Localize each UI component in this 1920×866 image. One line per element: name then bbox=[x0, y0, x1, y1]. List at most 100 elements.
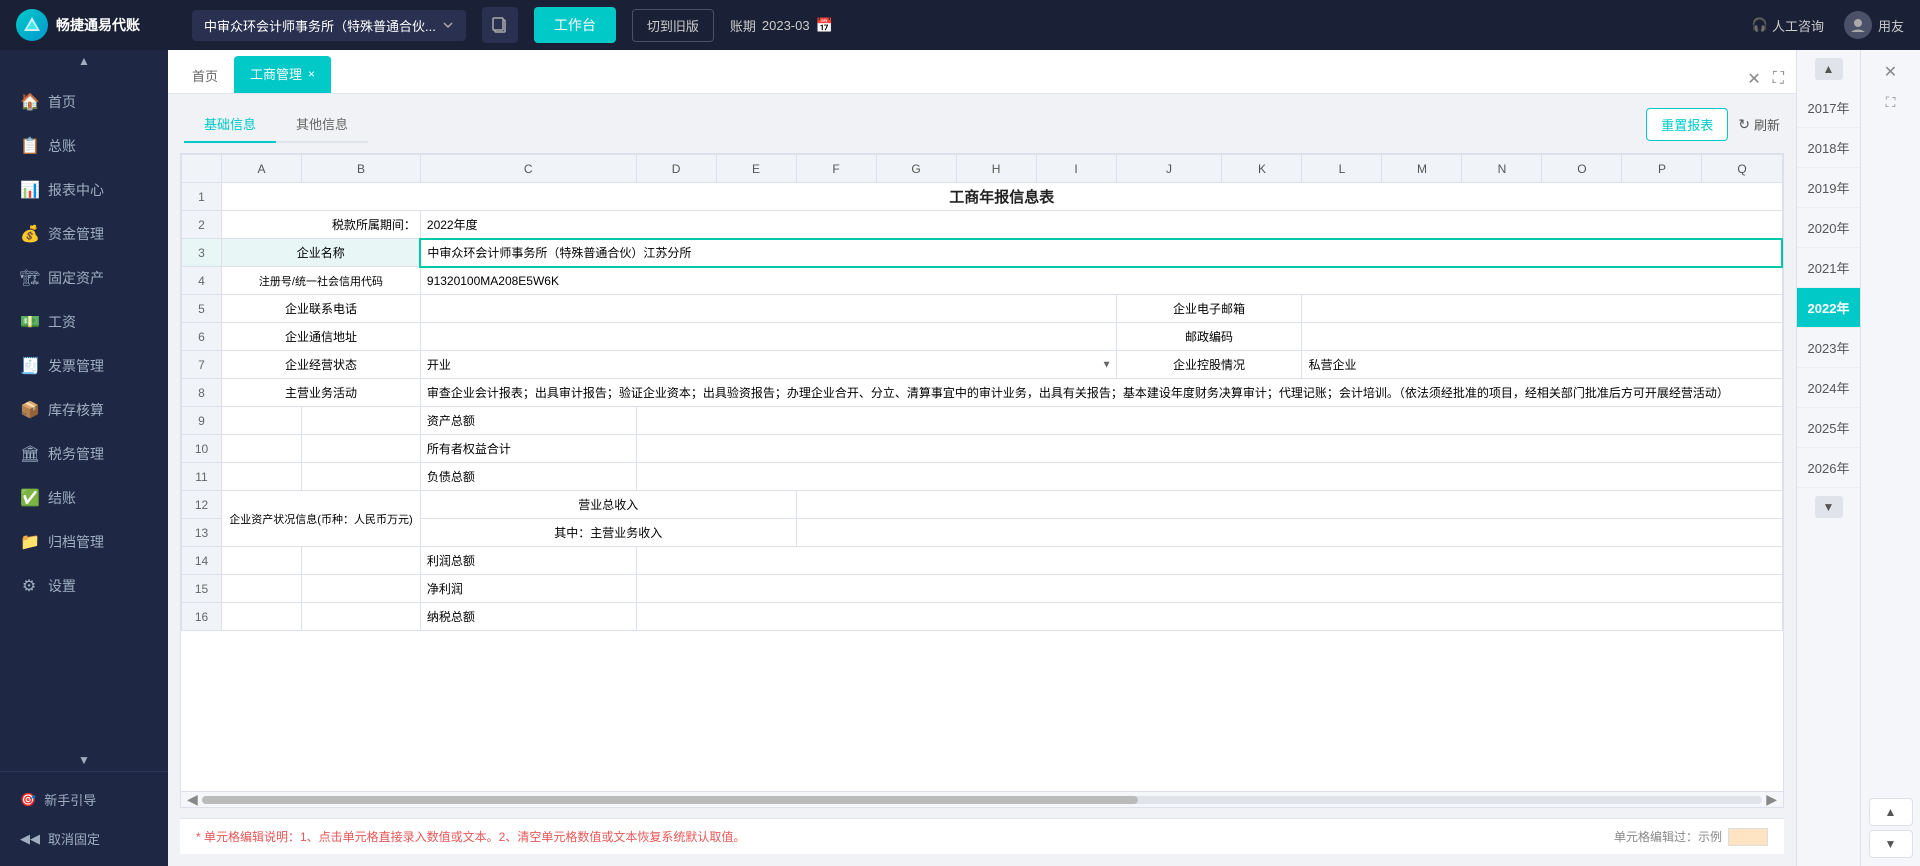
year-down-arrow[interactable]: ▼ bbox=[1815, 496, 1843, 518]
year-item-2022[interactable]: 2022年 bbox=[1797, 288, 1860, 328]
col-header-g[interactable]: G bbox=[876, 155, 956, 183]
cell-revenue-value[interactable] bbox=[796, 491, 1782, 519]
cell-company-value[interactable]: 中审众环会计师事务所（特殊普通合伙）江苏分所 bbox=[420, 239, 1782, 267]
cell-holding-value[interactable]: 私营企业 bbox=[1302, 351, 1782, 379]
tab-home[interactable]: 首页 bbox=[180, 58, 230, 93]
workbench-button[interactable]: 工作台 bbox=[534, 7, 616, 43]
calendar-icon[interactable]: 📅 bbox=[816, 17, 833, 34]
cell-contact-value[interactable] bbox=[420, 295, 1116, 323]
sidebar-item-close-accounts[interactable]: ✅ 结账 bbox=[0, 476, 168, 520]
col-header-l[interactable]: L bbox=[1302, 155, 1382, 183]
col-header-h[interactable]: H bbox=[956, 155, 1036, 183]
refresh-button[interactable]: ↻ 刷新 bbox=[1738, 115, 1780, 134]
sidebar-item-salary[interactable]: 💵 工资 bbox=[0, 300, 168, 344]
row-num-7: 7 bbox=[182, 351, 222, 379]
col-header-m[interactable]: M bbox=[1382, 155, 1462, 183]
company-selector[interactable]: 中审众环会计师事务所（特殊普通合伙... bbox=[192, 10, 466, 41]
tab-bar-expand-icon[interactable]: ⛶ bbox=[1773, 70, 1784, 88]
sidebar-scroll-up[interactable]: ▲ bbox=[0, 50, 168, 72]
year-item-2018[interactable]: 2018年 bbox=[1797, 128, 1860, 168]
reset-report-button[interactable]: 重置报表 bbox=[1646, 108, 1728, 141]
cell-mainrevenue-value[interactable] bbox=[796, 519, 1782, 547]
cell-10-a bbox=[222, 435, 302, 463]
sub-tab-basic[interactable]: 基础信息 bbox=[184, 106, 276, 143]
right-panel-close-button[interactable]: ✕ bbox=[1861, 58, 1920, 86]
sub-tab-other[interactable]: 其他信息 bbox=[276, 106, 368, 143]
year-item-2024[interactable]: 2024年 bbox=[1797, 368, 1860, 408]
cell-netprofit-label: 净利润 bbox=[420, 575, 636, 603]
sidebar-item-reports[interactable]: 📊 报表中心 bbox=[0, 168, 168, 212]
panel-up-button[interactable]: ▲ bbox=[1869, 798, 1913, 826]
sidebar-item-assets[interactable]: 🏗 固定资产 bbox=[0, 256, 168, 300]
year-up-arrow[interactable]: ▲ bbox=[1815, 58, 1843, 80]
year-item-2020[interactable]: 2020年 bbox=[1797, 208, 1860, 248]
reports-icon: 📊 bbox=[20, 180, 38, 200]
cell-address-value[interactable] bbox=[420, 323, 1116, 351]
horizontal-scrollbar[interactable]: ◀ ▶ bbox=[181, 791, 1783, 807]
table-wrapper[interactable]: A B C D E F G H I J K L bbox=[181, 154, 1783, 791]
col-header-q[interactable]: Q bbox=[1702, 155, 1782, 183]
col-header-i[interactable]: I bbox=[1036, 155, 1116, 183]
old-version-button[interactable]: 切到旧版 bbox=[632, 9, 714, 42]
cell-netprofit-value[interactable] bbox=[636, 575, 1782, 603]
col-header-p[interactable]: P bbox=[1622, 155, 1702, 183]
cell-liabilities-value[interactable] bbox=[636, 463, 1782, 491]
year-item-2019[interactable]: 2019年 bbox=[1797, 168, 1860, 208]
sidebar-item-tax[interactable]: 🏛 税务管理 bbox=[0, 432, 168, 476]
cell-postal-value[interactable] bbox=[1302, 323, 1782, 351]
pin-icon: ◀◀ bbox=[20, 831, 40, 847]
col-header-c[interactable]: C bbox=[420, 155, 636, 183]
user-area[interactable]: 用友 bbox=[1844, 11, 1904, 39]
cell-period-value[interactable]: 2022年度 bbox=[420, 211, 1782, 239]
year-item-2021[interactable]: 2021年 bbox=[1797, 248, 1860, 288]
sidebar-scroll-down[interactable]: ▼ bbox=[0, 749, 168, 771]
col-header-e[interactable]: E bbox=[716, 155, 796, 183]
sidebar-item-home[interactable]: 🏠 首页 bbox=[0, 80, 168, 124]
year-item-2025[interactable]: 2025年 bbox=[1797, 408, 1860, 448]
year-item-2023[interactable]: 2023年 bbox=[1797, 328, 1860, 368]
sidebar-item-funds[interactable]: 💰 资金管理 bbox=[0, 212, 168, 256]
period-area: 账期 2023-03 📅 bbox=[730, 16, 833, 35]
right-panel-expand-button[interactable]: ⛶ bbox=[1861, 90, 1920, 115]
service-button[interactable]: 🎧 人工咨询 bbox=[1752, 16, 1824, 35]
sidebar-item-ledger[interactable]: 📋 总账 bbox=[0, 124, 168, 168]
sidebar-item-invoice[interactable]: 🧾 发票管理 bbox=[0, 344, 168, 388]
hscroll-left-arrow[interactable]: ◀ bbox=[183, 791, 202, 808]
col-header-d[interactable]: D bbox=[636, 155, 716, 183]
cell-assets-value[interactable] bbox=[636, 407, 1782, 435]
col-header-f[interactable]: F bbox=[796, 155, 876, 183]
col-header-k[interactable]: K bbox=[1222, 155, 1302, 183]
hscroll-thumb[interactable] bbox=[202, 796, 1138, 804]
sidebar-item-unpin[interactable]: ◀◀ 取消固定 bbox=[0, 819, 168, 858]
cell-equity-value[interactable] bbox=[636, 435, 1782, 463]
panel-down-button[interactable]: ▼ bbox=[1869, 830, 1913, 858]
cell-title[interactable]: 工商年报信息表 bbox=[222, 183, 1783, 211]
col-header-o[interactable]: O bbox=[1542, 155, 1622, 183]
sidebar-item-settings[interactable]: ⚙ 设置 bbox=[0, 564, 168, 608]
cell-regcode-value[interactable]: 91320100MA208E5W6K bbox=[420, 267, 1782, 295]
hscroll-track[interactable] bbox=[202, 796, 1762, 804]
col-header-n[interactable]: N bbox=[1462, 155, 1542, 183]
sidebar-item-inventory[interactable]: 📦 库存核算 bbox=[0, 388, 168, 432]
cell-tax-value[interactable] bbox=[636, 603, 1782, 631]
cell-email-value[interactable] bbox=[1302, 295, 1782, 323]
cell-mainbiz-value[interactable]: 审查企业会计报表；出具审计报告；验证企业资本；出具验资报告；办理企业合开、分立、… bbox=[420, 379, 1782, 407]
invoice-icon: 🧾 bbox=[20, 356, 38, 376]
user-label: 用友 bbox=[1878, 16, 1904, 35]
tab-close-icon[interactable]: × bbox=[308, 67, 315, 81]
copy-icon-btn[interactable] bbox=[482, 7, 518, 43]
sidebar-item-archive[interactable]: 📁 归档管理 bbox=[0, 520, 168, 564]
hscroll-right-arrow[interactable]: ▶ bbox=[1762, 791, 1781, 808]
cell-profit-value[interactable] bbox=[636, 547, 1782, 575]
cell-status-value[interactable]: 开业 ▼ bbox=[420, 351, 1116, 379]
col-header-j[interactable]: J bbox=[1116, 155, 1222, 183]
tab-bar-close-icon[interactable]: ✕ bbox=[1747, 69, 1760, 89]
year-item-2017[interactable]: 2017年 bbox=[1797, 88, 1860, 128]
col-header-b[interactable]: B bbox=[302, 155, 421, 183]
sheet-table: A B C D E F G H I J K L bbox=[181, 154, 1783, 631]
year-item-2026[interactable]: 2026年 bbox=[1797, 448, 1860, 488]
table-row: 12 企业资产状况信息(币种：人民币万元) 营业总收入 bbox=[182, 491, 1783, 519]
col-header-a[interactable]: A bbox=[222, 155, 302, 183]
sidebar-item-guide[interactable]: 🎯 新手引导 bbox=[0, 780, 168, 819]
tab-gongshang[interactable]: 工商管理 × bbox=[234, 56, 331, 93]
